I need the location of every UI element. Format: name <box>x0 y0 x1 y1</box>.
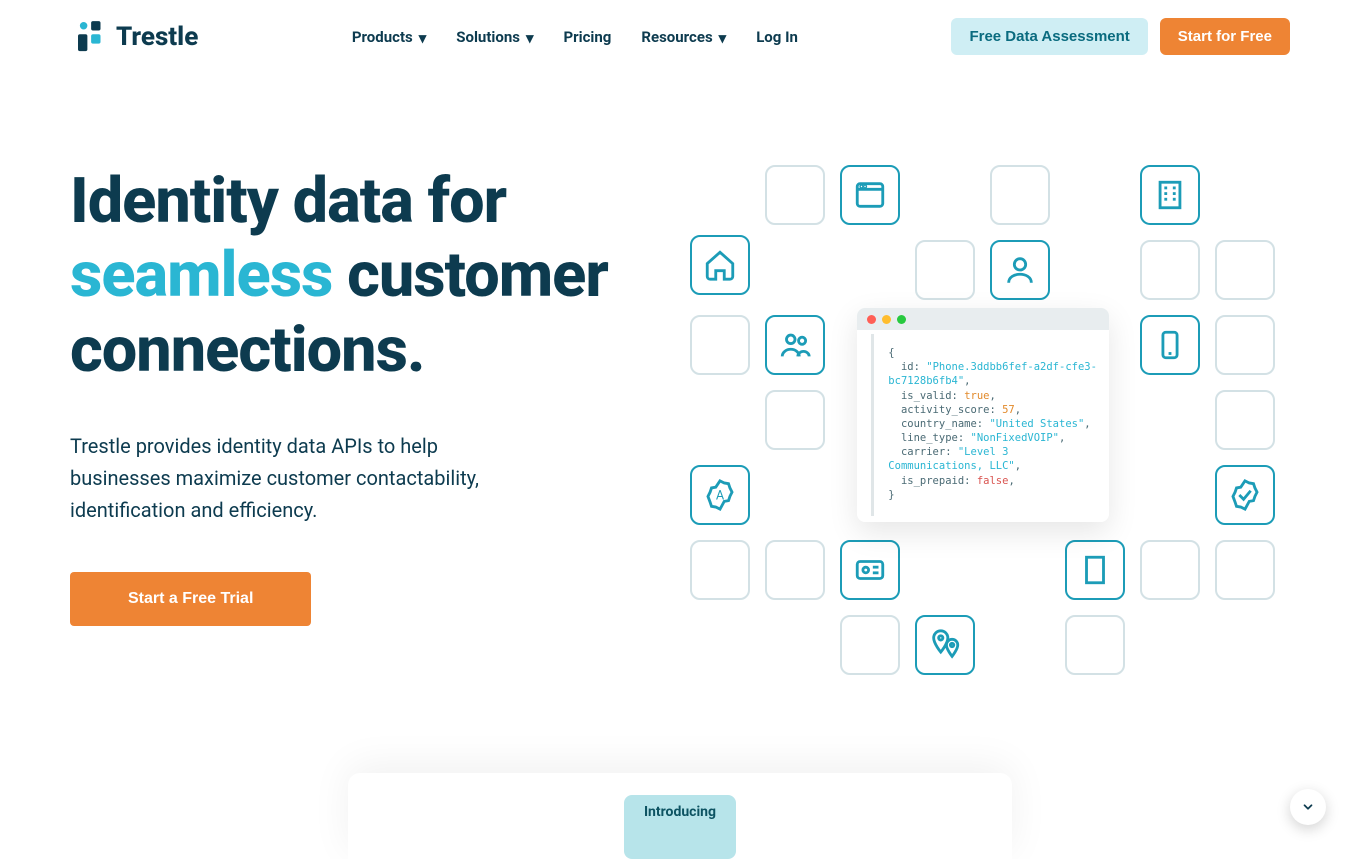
empty-tile <box>990 165 1050 225</box>
nav-login[interactable]: Log In <box>756 28 798 46</box>
empty-tile <box>765 390 825 450</box>
hero-subtitle: Trestle provides identity data APIs to h… <box>70 430 530 526</box>
empty-tile <box>840 615 900 675</box>
empty-tile <box>690 540 750 600</box>
nav-resources[interactable]: Resources▾ <box>641 28 726 46</box>
code-snippet: { id: "Phone.3ddbb6fef-a2df-cfe3-bc7128b… <box>871 334 1109 516</box>
nav-products[interactable]: Products▾ <box>352 28 426 46</box>
empty-tile <box>1140 240 1200 300</box>
empty-tile <box>690 315 750 375</box>
people-icon <box>765 315 825 375</box>
start-free-trial-button[interactable]: Start a Free Trial <box>70 572 311 626</box>
svg-text:A: A <box>716 488 725 503</box>
main-nav: Products▾ Solutions▾ Pricing Resources▾ … <box>238 28 911 46</box>
empty-tile <box>1215 540 1275 600</box>
person-icon <box>990 240 1050 300</box>
logo[interactable]: Trestle <box>78 21 198 53</box>
chevron-down-icon <box>1301 800 1315 814</box>
nav-solutions[interactable]: Solutions▾ <box>456 28 533 46</box>
nav-pricing[interactable]: Pricing <box>563 28 611 46</box>
close-dot-icon <box>867 315 876 324</box>
minimize-dot-icon <box>882 315 891 324</box>
verified-icon <box>1215 465 1275 525</box>
phone-icon <box>1140 315 1200 375</box>
empty-tile <box>1215 240 1275 300</box>
empty-tile <box>1065 615 1125 675</box>
empty-tile <box>915 240 975 300</box>
chevron-down-icon: ▾ <box>419 29 427 47</box>
start-for-free-button[interactable]: Start for Free <box>1160 18 1290 55</box>
hero-headline: Identity data for seamless customer conn… <box>70 165 625 388</box>
badge-a-icon: A <box>690 465 750 525</box>
logo-text: Trestle <box>116 22 198 52</box>
hero-illustration: A { id: "Phone.3ddbb6fef-a2df-cfe3-bc712… <box>665 165 1290 705</box>
empty-tile <box>765 165 825 225</box>
empty-tile <box>765 540 825 600</box>
building-icon <box>1140 165 1200 225</box>
zoom-dot-icon <box>897 315 906 324</box>
map-pin-icon <box>915 615 975 675</box>
code-window: { id: "Phone.3ddbb6fef-a2df-cfe3-bc7128b… <box>857 308 1109 522</box>
id-card-icon <box>840 540 900 600</box>
empty-tile <box>1215 315 1275 375</box>
empty-tile <box>1140 540 1200 600</box>
logo-mark-icon <box>78 21 108 53</box>
introducing-pill: Introducing <box>624 795 736 859</box>
scroll-down-button[interactable] <box>1290 789 1326 825</box>
home-icon <box>690 235 750 295</box>
empty-tile <box>1215 390 1275 450</box>
browser-icon <box>840 165 900 225</box>
free-data-assessment-button[interactable]: Free Data Assessment <box>951 18 1147 55</box>
chevron-down-icon: ▾ <box>526 29 534 47</box>
office-icon <box>1065 540 1125 600</box>
window-traffic-lights <box>857 308 1109 330</box>
introducing-card: Introducing <box>348 773 1012 859</box>
chevron-down-icon: ▾ <box>719 29 727 47</box>
